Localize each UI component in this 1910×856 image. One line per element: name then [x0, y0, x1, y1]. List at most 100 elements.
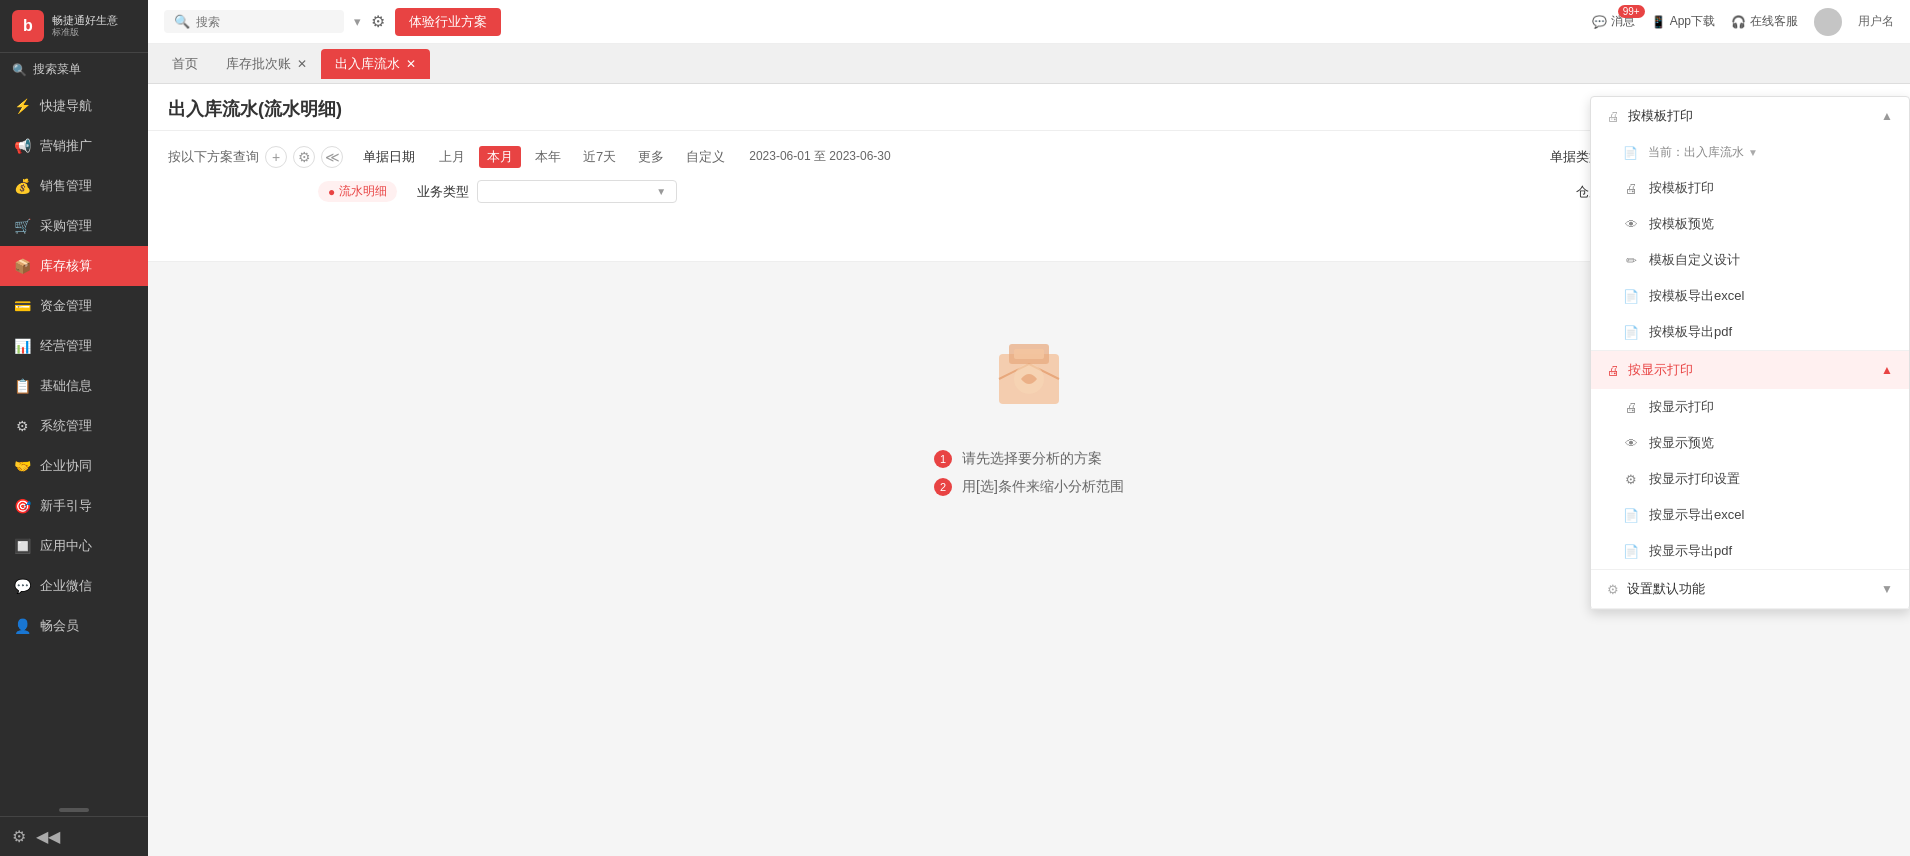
sidebar-item-app-center[interactable]: 🔲 应用中心 [0, 526, 148, 566]
tab-batch[interactable]: 库存批次账 ✕ [212, 49, 321, 79]
template-print-header[interactable]: 🖨 按模板打印 ▲ [1591, 97, 1909, 135]
quick-nav-icon: ⚡ [12, 96, 32, 116]
business-type-dropdown[interactable]: ▼ [477, 180, 677, 203]
header-settings-icon[interactable]: ⚙ [371, 12, 385, 31]
date-btn-last-7[interactable]: 近7天 [575, 146, 624, 168]
sidebar-item-finance[interactable]: 💳 资金管理 [0, 286, 148, 326]
sales-icon: 💰 [12, 176, 32, 196]
template-export-excel-item[interactable]: 📄 按模板导出excel [1591, 278, 1909, 314]
preview-icon: 👁 [1623, 216, 1639, 232]
default-section-arrow: ▼ [1881, 582, 1893, 596]
user-avatar[interactable] [1814, 8, 1842, 36]
display-print-settings-item[interactable]: ⚙ 按显示打印设置 [1591, 461, 1909, 497]
display-preview-item[interactable]: 👁 按显示预览 [1591, 425, 1909, 461]
logo-text: 畅捷通好生意 标准版 [52, 13, 118, 39]
trial-btn[interactable]: 体验行业方案 [395, 8, 501, 36]
sidebar: b 畅捷通好生意 标准版 🔍 搜索菜单 ⚡ 快捷导航 📢 营销推广 💰 销售管理… [0, 0, 148, 856]
template-print-item[interactable]: 🖨 按模板打印 [1591, 170, 1909, 206]
sidebar-item-sales[interactable]: 💰 销售管理 [0, 166, 148, 206]
logo-icon: b [12, 10, 44, 42]
template-custom-item[interactable]: ✏ 模板自定义设计 [1591, 242, 1909, 278]
sidebar-item-marketing[interactable]: 📢 营销推广 [0, 126, 148, 166]
sidebar-item-inventory[interactable]: 📦 库存核算 [0, 246, 148, 286]
sidebar-item-operations[interactable]: 📊 经营管理 [0, 326, 148, 366]
date-range-display: 2023-06-01 至 2023-06-30 [749, 148, 890, 165]
operations-icon: 📊 [12, 336, 32, 356]
date-btn-custom[interactable]: 自定义 [678, 146, 733, 168]
excel-icon: 📄 [1623, 288, 1639, 304]
default-icon: ⚙ [1607, 582, 1619, 597]
display-print-section: 🖨 按显示打印 ▲ 🖨 按显示打印 👁 按显示预览 ⚙ 按显示打印设置 📄 按显… [1591, 351, 1909, 570]
sidebar-item-purchase[interactable]: 🛒 采购管理 [0, 206, 148, 246]
empty-tips: 1 请先选择要分析的方案 2 用[选]条件来缩小分析范围 [934, 444, 1124, 500]
pdf2-icon: 📄 [1623, 543, 1639, 559]
tag-icon: ● [328, 185, 335, 199]
date-btn-current-month[interactable]: 本月 [479, 146, 521, 168]
member-icon: 👤 [12, 616, 32, 636]
tab-flow-close[interactable]: ✕ [406, 57, 416, 71]
app-download-icon: 📱 [1651, 15, 1666, 29]
default-section: ⚙ 设置默认功能 ▼ [1591, 570, 1909, 609]
tab-home[interactable]: 首页 [158, 49, 212, 79]
sidebar-search[interactable]: 🔍 搜索菜单 [0, 53, 148, 86]
online-service-btn[interactable]: 🎧 在线客服 [1731, 13, 1798, 30]
sidebar-item-basic[interactable]: 📋 基础信息 [0, 366, 148, 406]
display-print-header[interactable]: 🖨 按显示打印 ▲ [1591, 351, 1909, 389]
system-icon: ⚙ [12, 416, 32, 436]
display-export-excel-item[interactable]: 📄 按显示导出excel [1591, 497, 1909, 533]
filter-title: 按以下方案查询 [168, 148, 259, 166]
headset-icon: 🎧 [1731, 15, 1746, 29]
sidebar-item-guide[interactable]: 🎯 新手引导 [0, 486, 148, 526]
dropdown-arrow-icon[interactable]: ▾ [354, 14, 361, 29]
filter-add-btn[interactable]: + [265, 146, 287, 168]
default-section-header[interactable]: ⚙ 设置默认功能 ▼ [1591, 570, 1909, 608]
settings2-icon: ⚙ [1623, 471, 1639, 487]
filter-settings-btn[interactable]: ⚙ [293, 146, 315, 168]
header-search-box[interactable]: 🔍 [164, 10, 344, 33]
collapse-sidebar-icon[interactable]: ◀◀ [36, 827, 60, 846]
header: 🔍 ▾ ⚙ 体验行业方案 💬 消息 99+ 📱 App下载 🎧 在线客服 用户名 [148, 0, 1910, 44]
message-btn[interactable]: 💬 消息 99+ [1592, 13, 1635, 30]
search-icon: 🔍 [174, 14, 190, 29]
date-btn-last-month[interactable]: 上月 [431, 146, 473, 168]
settings-bottom-icon[interactable]: ⚙ [12, 827, 26, 846]
filter-tag-chip[interactable]: ● 流水明细 [318, 181, 397, 202]
preview2-icon: 👁 [1623, 435, 1639, 451]
sidebar-item-wechat[interactable]: 💬 企业微信 [0, 566, 148, 606]
sidebar-item-member[interactable]: 👤 畅会员 [0, 606, 148, 646]
template-export-pdf-item[interactable]: 📄 按模板导出pdf [1591, 314, 1909, 350]
date-btn-current-year[interactable]: 本年 [527, 146, 569, 168]
gear-icon: ⚙ [298, 149, 311, 165]
sidebar-item-system[interactable]: ⚙ 系统管理 [0, 406, 148, 446]
tabs-bar: 首页 库存批次账 ✕ 出入库流水 ✕ [148, 44, 1910, 84]
printer2-icon: 🖨 [1623, 399, 1639, 415]
date-filter-group: 单据日期 上月 本月 本年 近7天 更多 自定义 2023-06-01 至 20… [363, 146, 1490, 168]
filter-collapse-btn[interactable]: ≪ [321, 146, 343, 168]
template-preview-item[interactable]: 👁 按模板预览 [1591, 206, 1909, 242]
sidebar-item-quick-nav[interactable]: ⚡ 快捷导航 [0, 86, 148, 126]
current-template-label[interactable]: 📄 当前：出入库流水 ▼ [1591, 135, 1909, 170]
search-icon: 🔍 [12, 63, 27, 77]
date-filter-options: 上月 本月 本年 近7天 更多 自定义 [431, 146, 733, 168]
display-print-item[interactable]: 🖨 按显示打印 [1591, 389, 1909, 425]
empty-tip-2: 2 用[选]条件来缩小分析范围 [934, 472, 1124, 500]
message-icon: 💬 [1592, 15, 1607, 29]
empty-tip-1: 1 请先选择要分析的方案 [934, 444, 1124, 472]
basic-icon: 📋 [12, 376, 32, 396]
business-type-filter: 业务类型 ▼ [417, 180, 677, 203]
app-download-btn[interactable]: 📱 App下载 [1651, 13, 1715, 30]
edit-icon: ✏ [1623, 252, 1639, 268]
date-range-inputs: 2023-06-01 至 2023-06-30 [749, 148, 890, 165]
date-btn-more[interactable]: 更多 [630, 146, 672, 168]
display-export-pdf-item[interactable]: 📄 按显示导出pdf [1591, 533, 1909, 569]
tab-flow[interactable]: 出入库流水 ✕ [321, 49, 430, 79]
sidebar-nav: ⚡ 快捷导航 📢 营销推广 💰 销售管理 🛒 采购管理 📦 库存核算 💳 资金管… [0, 86, 148, 804]
sidebar-item-enterprise[interactable]: 🤝 企业协同 [0, 446, 148, 486]
marketing-icon: 📢 [12, 136, 32, 156]
display-section-arrow: ▲ [1881, 363, 1893, 377]
enterprise-icon: 🤝 [12, 456, 32, 476]
tab-batch-close[interactable]: ✕ [297, 57, 307, 71]
search-input[interactable] [196, 15, 326, 29]
chevron-down-icon-biz: ▼ [656, 186, 666, 197]
finance-icon: 💳 [12, 296, 32, 316]
